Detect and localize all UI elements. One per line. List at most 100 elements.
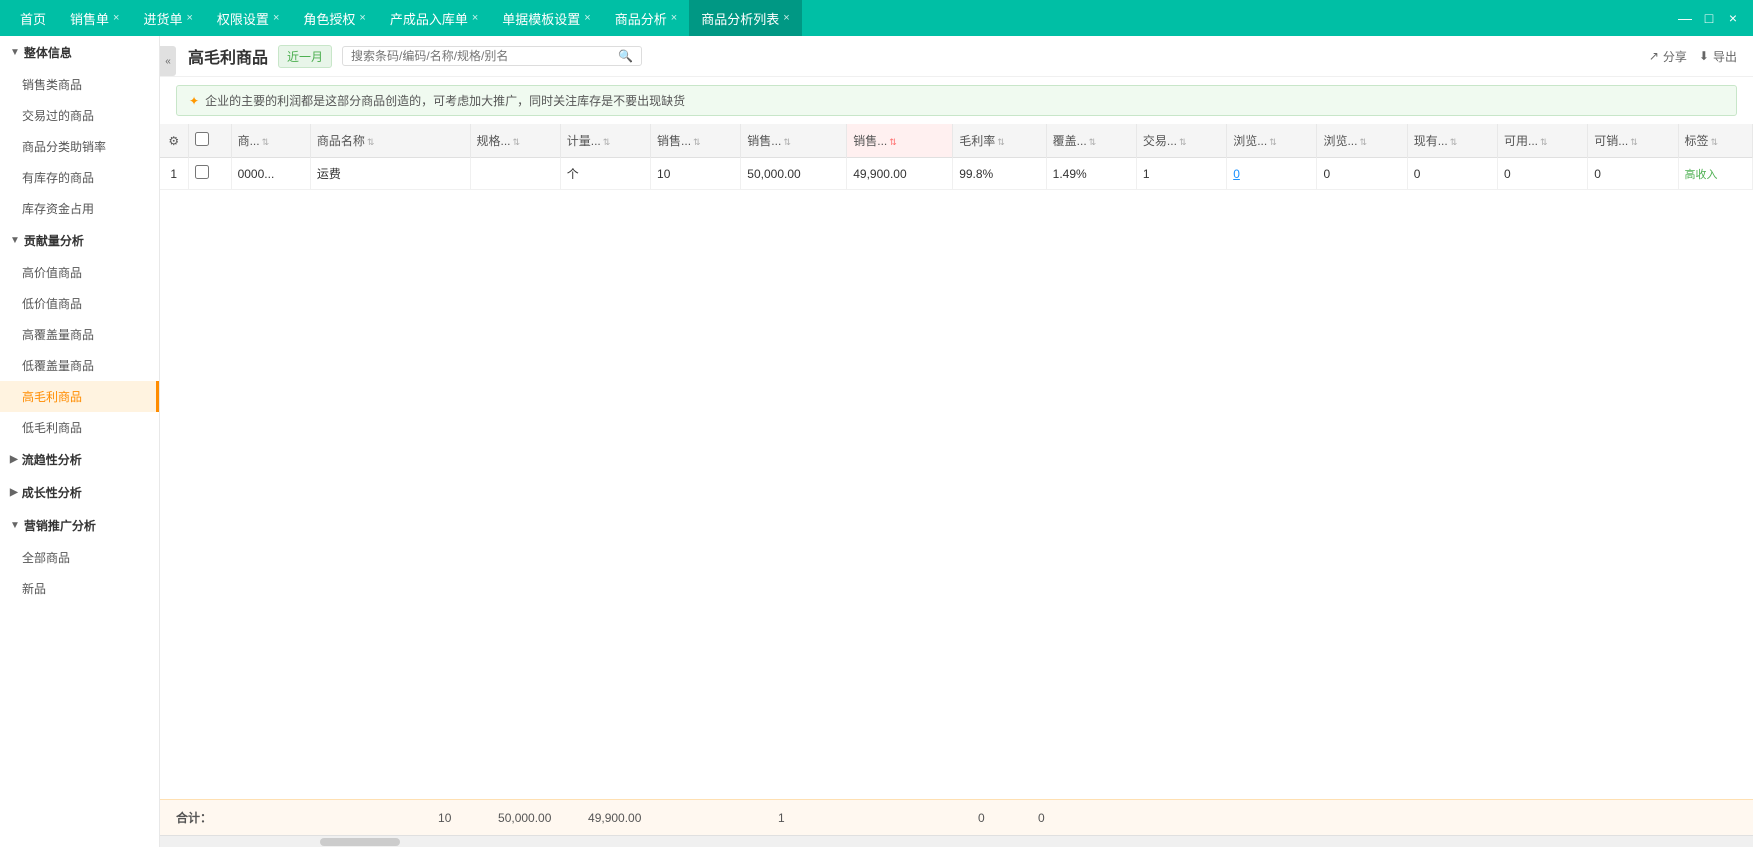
sidebar-group-contribution[interactable]: ▼ 贡献量分析 — [0, 224, 159, 257]
sidebar-item-category-rate[interactable]: 商品分类助销率 — [0, 131, 159, 162]
row-checkbox[interactable] — [188, 158, 231, 190]
content-area: « 高毛利商品 近一月 🔍 ↗ 分享 ⬇ 导出 ✦ 企 — [160, 36, 1753, 847]
col-code[interactable]: 商...⇅ — [231, 124, 310, 158]
col-checkbox[interactable] — [188, 124, 231, 158]
footer-sale-profit: 49,900.00 — [582, 811, 672, 825]
footer-available-stock: 0 — [1032, 811, 1092, 825]
footer-label: 合计： — [176, 809, 212, 826]
nav-product-analysis-list[interactable]: 商品分析列表 × — [689, 0, 801, 36]
nav-purchase-order[interactable]: 进货单 × — [131, 0, 204, 36]
scrollbar-thumb[interactable] — [320, 838, 400, 846]
select-all-checkbox[interactable] — [195, 132, 209, 146]
content-header: 高毛利商品 近一月 🔍 ↗ 分享 ⬇ 导出 — [160, 36, 1753, 77]
nav-home[interactable]: 首页 — [8, 0, 58, 36]
export-icon: ⬇ — [1699, 49, 1709, 63]
row-sale-amount: 50,000.00 — [741, 158, 847, 190]
row-name: 运费 — [310, 158, 470, 190]
nav-sales-order-close[interactable]: × — [113, 12, 119, 24]
sidebar-item-traded-goods[interactable]: 交易过的商品 — [0, 100, 159, 131]
nav-template-settings[interactable]: 单据模板设置 × — [490, 0, 602, 36]
nav-role-close[interactable]: × — [359, 12, 365, 24]
info-banner: ✦ 企业的主要的利润都是这部分商品创造的，可考虑加大推广，同时关注库存是不要出现… — [176, 85, 1737, 116]
sidebar-group-trend[interactable]: ▶ 流趋性分析 — [0, 443, 159, 476]
sidebar-item-stock-capital[interactable]: 库存资金占用 — [0, 193, 159, 224]
row-unit: 个 — [560, 158, 650, 190]
col-unit[interactable]: 计量...⇅ — [560, 124, 650, 158]
col-available-stock[interactable]: 可用...⇅ — [1497, 124, 1587, 158]
footer-transaction: 1 — [772, 811, 832, 825]
nav-sales-order[interactable]: 销售单 × — [58, 0, 131, 36]
footer-spacer2 — [672, 811, 772, 825]
nav-product-inbound[interactable]: 产成品入库单 × — [378, 0, 490, 36]
nav-purchase-order-close[interactable]: × — [186, 12, 192, 24]
header-actions: ↗ 分享 ⬇ 导出 — [1649, 48, 1737, 65]
col-sale-profit[interactable]: 销售...⇅ — [847, 124, 953, 158]
search-input[interactable] — [351, 49, 618, 63]
col-sale-qty[interactable]: 销售...⇅ — [651, 124, 741, 158]
table-wrapper[interactable]: ⚙ 商...⇅ 商品名称⇅ 规格...⇅ 计量...⇅ 销售...⇅ 销售...… — [160, 124, 1753, 799]
col-transaction[interactable]: 交易...⇅ — [1136, 124, 1226, 158]
col-current-stock[interactable]: 现有...⇅ — [1407, 124, 1497, 158]
share-icon: ↗ — [1649, 49, 1659, 63]
nav-product-analysis[interactable]: 商品分析 × — [603, 0, 689, 36]
footer-sale-amount: 50,000.00 — [492, 811, 582, 825]
nav-role-auth[interactable]: 角色授权 × — [291, 0, 377, 36]
nav-permission-close[interactable]: × — [273, 12, 279, 24]
sidebar-collapse-button[interactable]: « — [160, 46, 176, 76]
top-navigation: 首页 销售单 × 进货单 × 权限设置 × 角色授权 × 产成品入库单 × 单据… — [0, 0, 1753, 36]
main-layout: ▼ 整体信息 销售类商品 交易过的商品 商品分类助销率 有库存的商品 库存资金占… — [0, 36, 1753, 847]
sidebar-item-new-goods[interactable]: 新品 — [0, 573, 159, 604]
footer-spacer1 — [232, 811, 432, 825]
maximize-button[interactable]: □ — [1697, 6, 1721, 30]
sidebar-item-low-coverage[interactable]: 低覆盖量商品 — [0, 350, 159, 381]
nav-permission-settings[interactable]: 权限设置 × — [205, 0, 291, 36]
row-index: 1 — [160, 158, 188, 190]
chevron-down-icon: ▼ — [10, 47, 20, 58]
row-browse2: 0 — [1317, 158, 1407, 190]
export-button[interactable]: ⬇ 导出 — [1699, 48, 1737, 65]
row-current-stock: 0 — [1407, 158, 1497, 190]
sidebar-item-high-value[interactable]: 高价值商品 — [0, 257, 159, 288]
row-spec — [470, 158, 560, 190]
sidebar-item-sales-goods[interactable]: 销售类商品 — [0, 69, 159, 100]
col-browse2[interactable]: 浏览...⇅ — [1317, 124, 1407, 158]
sidebar-item-high-coverage[interactable]: 高覆盖量商品 — [0, 319, 159, 350]
info-icon: ✦ — [189, 94, 199, 108]
close-button[interactable]: × — [1721, 6, 1745, 30]
sidebar-group-overall[interactable]: ▼ 整体信息 — [0, 36, 159, 69]
col-name[interactable]: 商品名称⇅ — [310, 124, 470, 158]
col-sellable-stock[interactable]: 可销...⇅ — [1588, 124, 1678, 158]
footer-current-stock: 0 — [972, 811, 1032, 825]
time-filter-button[interactable]: 近一月 — [278, 45, 332, 68]
nav-analysis-list-close[interactable]: × — [783, 12, 789, 24]
minimize-button[interactable]: — — [1673, 6, 1697, 30]
col-tag[interactable]: 标签⇅ — [1678, 124, 1752, 158]
sidebar-group-growth[interactable]: ▶ 成长性分析 — [0, 476, 159, 509]
sidebar-item-all-goods[interactable]: 全部商品 — [0, 542, 159, 573]
row-sale-qty: 10 — [651, 158, 741, 190]
sidebar-item-high-margin[interactable]: 高毛利商品 — [0, 381, 159, 412]
col-spec[interactable]: 规格...⇅ — [470, 124, 560, 158]
col-gross-margin[interactable]: 毛利率⇅ — [953, 124, 1046, 158]
col-sale-amount[interactable]: 销售...⇅ — [741, 124, 847, 158]
nav-template-close[interactable]: × — [584, 12, 590, 24]
col-coverage[interactable]: 覆盖...⇅ — [1046, 124, 1136, 158]
search-icon[interactable]: 🔍 — [618, 49, 633, 63]
sidebar-item-low-value[interactable]: 低价值商品 — [0, 288, 159, 319]
nav-analysis-close[interactable]: × — [671, 12, 677, 24]
sidebar-item-in-stock-goods[interactable]: 有库存的商品 — [0, 162, 159, 193]
row-select-checkbox[interactable] — [195, 165, 209, 179]
footer-total-bar: 合计： 10 50,000.00 49,900.00 1 0 0 — [160, 799, 1753, 835]
horizontal-scrollbar[interactable] — [160, 835, 1753, 847]
footer-cells: 10 50,000.00 49,900.00 1 0 0 — [232, 811, 1737, 825]
col-browse1[interactable]: 浏览...⇅ — [1227, 124, 1317, 158]
sidebar-item-low-margin[interactable]: 低毛利商品 — [0, 412, 159, 443]
share-button[interactable]: ↗ 分享 — [1649, 48, 1687, 65]
row-available-stock: 0 — [1497, 158, 1587, 190]
nav-product-close[interactable]: × — [472, 12, 478, 24]
row-gross-margin: 99.8% — [953, 158, 1046, 190]
col-settings[interactable]: ⚙ — [160, 124, 188, 158]
data-table: ⚙ 商...⇅ 商品名称⇅ 规格...⇅ 计量...⇅ 销售...⇅ 销售...… — [160, 124, 1753, 190]
sidebar-group-marketing[interactable]: ▼ 营销推广分析 — [0, 509, 159, 542]
row-browse1[interactable]: 0 — [1227, 158, 1317, 190]
